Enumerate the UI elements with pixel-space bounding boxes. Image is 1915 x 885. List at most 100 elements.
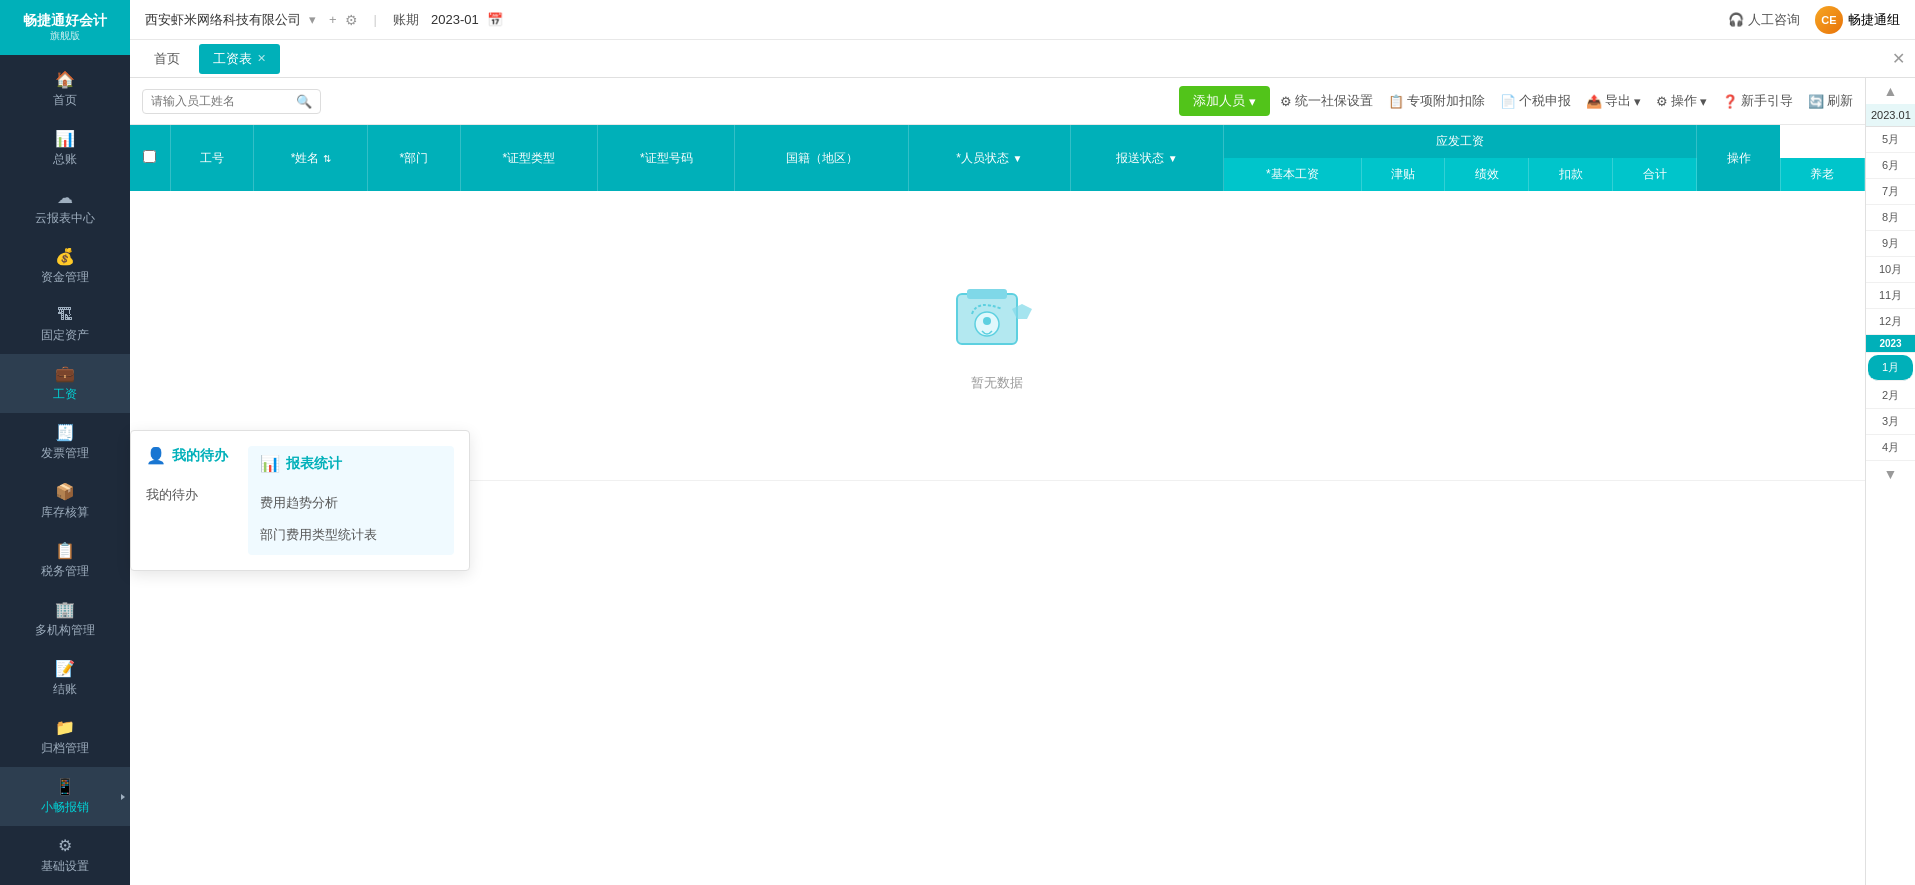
sidebar-item-archive[interactable]: 📁 归档管理: [0, 708, 130, 767]
col-report-status: 报送状态 ▼: [1070, 125, 1223, 191]
search-icon: 🔍: [296, 94, 312, 109]
headphone-icon: 🎧: [1728, 12, 1744, 27]
expense-icon: 📱: [55, 777, 75, 796]
col-id-no: *证型号码: [598, 125, 735, 191]
sidebar-item-finance[interactable]: 💰 资金管理: [0, 237, 130, 296]
sidebar-item-label: 归档管理: [41, 740, 89, 757]
add-person-button[interactable]: 添加人员 ▾: [1179, 86, 1270, 116]
sidebar-item-basic-settings[interactable]: ⚙ 基础设置: [0, 826, 130, 885]
sidebar-item-label: 发票管理: [41, 445, 89, 462]
op-icon: ⚙: [1656, 94, 1668, 109]
year-label-2023: 2023: [1866, 335, 1915, 353]
month-item-2022-11[interactable]: 11月: [1866, 283, 1915, 309]
select-all-checkbox[interactable]: [143, 150, 156, 163]
guide-btn[interactable]: ❓ 新手引导: [1722, 92, 1793, 110]
period-label: 账期: [393, 11, 419, 29]
special-deduction-btn[interactable]: 📋 专项附加扣除: [1388, 92, 1485, 110]
logo-sub-text: 旗舰版: [50, 29, 80, 43]
sidebar-item-label: 结账: [53, 681, 77, 698]
col-operation: 操作: [1697, 125, 1781, 191]
sidebar-item-home[interactable]: 🏠 首页: [0, 60, 130, 119]
salary-icon: 💼: [55, 364, 75, 383]
op-dropdown-icon: ▾: [1700, 94, 1707, 109]
sidebar-item-close[interactable]: 📝 结账: [0, 649, 130, 708]
col-performance: 绩效: [1445, 158, 1529, 191]
tab-salary[interactable]: 工资表 ✕: [199, 44, 280, 74]
refresh-icon: 🔄: [1808, 94, 1824, 109]
tax-icon: 📄: [1500, 94, 1516, 109]
svg-rect-1: [967, 289, 1007, 299]
popup-item-trend[interactable]: 费用趋势分析: [260, 491, 442, 515]
month-nav-up[interactable]: ▲: [1866, 78, 1915, 104]
sidebar: 畅捷通好会计 旗舰版 🏠 首页 📊 总账 ☁ 云报表中心 💰 资金管理 🏗 固定…: [0, 0, 130, 885]
popup-item-dept-stats[interactable]: 部门费用类型统计表: [260, 523, 442, 547]
month-item-2023-4[interactable]: 4月: [1866, 435, 1915, 461]
svg-point-3: [983, 317, 991, 325]
popup-item-todo[interactable]: 我的待办: [146, 483, 228, 507]
popup-menu: 👤 我的待办 我的待办 📊 报表统计 费用趋势分析 部门费用类型统计表: [130, 430, 470, 571]
add-company-icon[interactable]: +: [329, 12, 337, 27]
col-allowance: 津贴: [1361, 158, 1445, 191]
topbar-right: 🎧 人工咨询 CE 畅捷通组: [1728, 6, 1900, 34]
month-item-2022-9[interactable]: 9月: [1866, 231, 1915, 257]
sidebar-item-expense[interactable]: 📱 小畅报销: [0, 767, 130, 826]
month-item-2022-6[interactable]: 6月: [1866, 153, 1915, 179]
sidebar-item-cloud-report[interactable]: ☁ 云报表中心: [0, 178, 130, 237]
tax-report-btn[interactable]: 📄 个税申报: [1500, 92, 1571, 110]
settings-icon[interactable]: ⚙: [345, 12, 358, 28]
ledger-icon: 📊: [55, 129, 75, 148]
user-name: 畅捷通组: [1848, 11, 1900, 29]
dropdown-icon[interactable]: ▾: [309, 12, 316, 27]
tab-home[interactable]: 首页: [140, 44, 194, 74]
export-btn[interactable]: 📤 导出 ▾: [1586, 92, 1641, 110]
company-name[interactable]: 西安虾米网络科技有限公司: [145, 11, 301, 29]
month-item-2023-2[interactable]: 2月: [1866, 383, 1915, 409]
period-value[interactable]: 2023-01: [431, 12, 479, 27]
user-info[interactable]: CE 畅捷通组: [1815, 6, 1900, 34]
operation-btn[interactable]: ⚙ 操作 ▾: [1656, 92, 1707, 110]
month-item-2023-3[interactable]: 3月: [1866, 409, 1915, 435]
cloud-icon: ☁: [57, 188, 73, 207]
sidebar-item-ledger[interactable]: 📊 总账: [0, 119, 130, 178]
refresh-btn[interactable]: 🔄 刷新: [1808, 92, 1853, 110]
popup-todo-title: 👤 我的待办: [146, 446, 228, 470]
sidebar-item-inventory[interactable]: 📦 库存核算: [0, 472, 130, 531]
tab-close-all-icon[interactable]: ✕: [1892, 49, 1905, 68]
tab-close-icon[interactable]: ✕: [257, 52, 266, 65]
month-item-2022-8[interactable]: 8月: [1866, 205, 1915, 231]
social-security-btn[interactable]: ⚙ 统一社保设置: [1280, 92, 1373, 110]
export-dropdown-icon: ▾: [1634, 94, 1641, 109]
topbar-left: 西安虾米网络科技有限公司 ▾ + ⚙ | 账期 2023-01 📅: [145, 11, 503, 29]
month-nav-down[interactable]: ▼: [1866, 461, 1915, 487]
month-item-2023-1[interactable]: 1月: [1868, 355, 1913, 381]
calendar-icon[interactable]: 📅: [487, 12, 503, 27]
col-total: 合计: [1613, 158, 1697, 191]
sidebar-item-fixed-assets[interactable]: 🏗 固定资产: [0, 296, 130, 354]
tab-salary-label: 工资表: [213, 50, 252, 68]
sidebar-nav: 🏠 首页 📊 总账 ☁ 云报表中心 💰 资金管理 🏗 固定资产 💼 工资 🧾 发…: [0, 55, 130, 885]
month-item-2022-12[interactable]: 12月: [1866, 309, 1915, 335]
popup-section-todo: 👤 我的待办 我的待办: [146, 446, 228, 555]
tab-home-label: 首页: [154, 50, 180, 68]
sidebar-item-invoice[interactable]: 🧾 发票管理: [0, 413, 130, 472]
salary-table: 工号 *姓名 ⇅ *部门 *证型类型 *证型号码 国籍（地区） *人员状态 ▼ …: [130, 125, 1865, 481]
search-input[interactable]: [151, 94, 291, 108]
col-employee-no: 工号: [170, 125, 254, 191]
archive-icon: 📁: [55, 718, 75, 737]
month-item-2022-5[interactable]: 5月: [1866, 127, 1915, 153]
month-panel-header: 2023.01: [1866, 104, 1915, 127]
customer-service-btn[interactable]: 🎧 人工咨询: [1728, 11, 1800, 29]
empty-state-icon: [947, 279, 1047, 359]
col-pension: 养老: [1780, 158, 1864, 191]
finance-icon: 💰: [55, 247, 75, 266]
sidebar-item-salary[interactable]: 💼 工资: [0, 354, 130, 413]
col-salary-group: 应发工资: [1224, 125, 1697, 158]
guide-icon: ❓: [1722, 94, 1738, 109]
month-item-2022-10[interactable]: 10月: [1866, 257, 1915, 283]
col-deduction: 扣款: [1529, 158, 1613, 191]
sidebar-item-tax[interactable]: 📋 税务管理: [0, 531, 130, 590]
sidebar-item-multiorg[interactable]: 🏢 多机构管理: [0, 590, 130, 649]
toolbar-actions: ⚙ 统一社保设置 📋 专项附加扣除 📄 个税申报 📤 导出 ▾: [1280, 92, 1853, 110]
select-all-header[interactable]: [130, 125, 170, 191]
month-item-2022-7[interactable]: 7月: [1866, 179, 1915, 205]
